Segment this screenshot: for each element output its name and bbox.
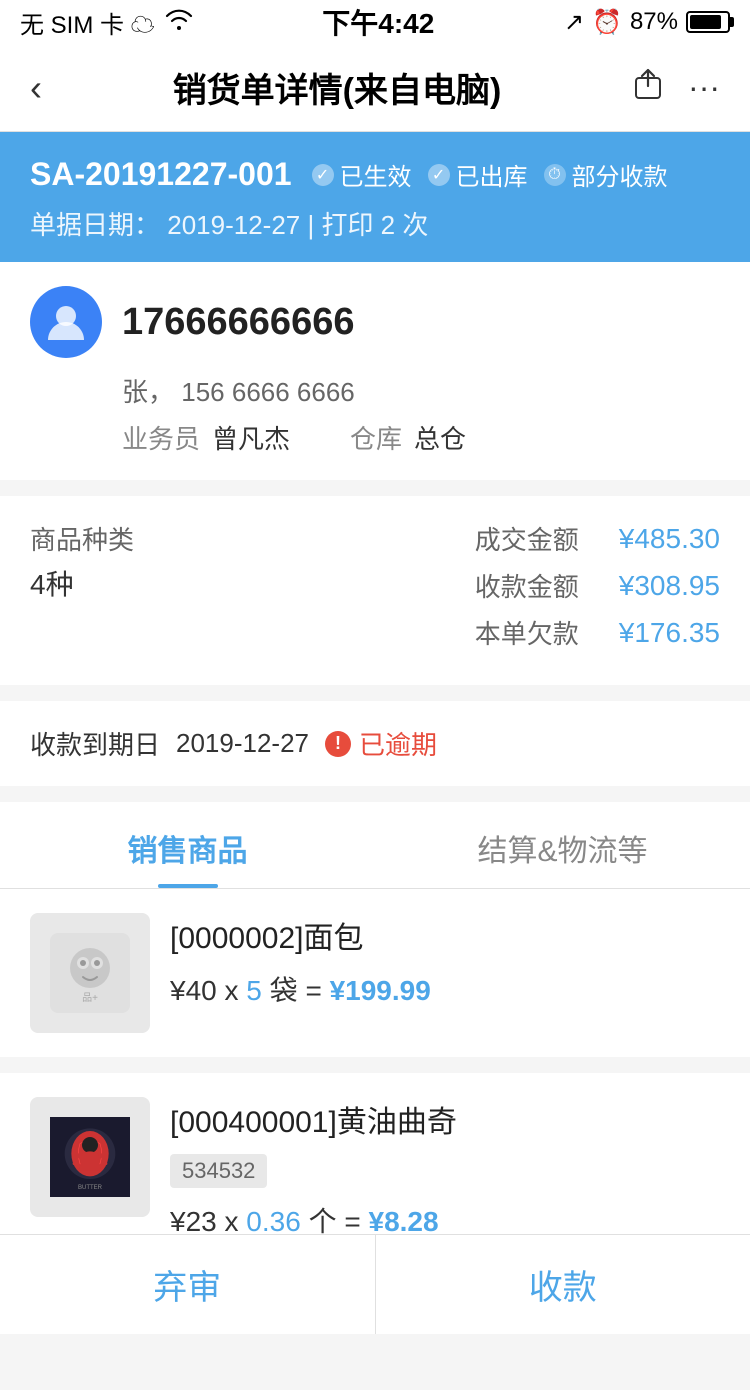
customer-phone: 17666666666 — [122, 301, 354, 344]
warehouse-label: 仓库 — [350, 419, 402, 456]
product-image-2: BUTTER — [30, 1097, 150, 1217]
staff-label: 业务员 — [122, 419, 200, 456]
location-icon: ↗ — [564, 8, 584, 37]
page-title: 销货单详情(来自电脑) — [173, 63, 502, 112]
owed-row: 本单欠款 ¥176.35 — [475, 614, 720, 651]
status-left: 无 SIM 卡 ☁ — [20, 5, 193, 40]
owed-label: 本单欠款 — [475, 614, 579, 651]
product-total-2: ¥8.28 — [369, 1206, 439, 1237]
received-row: 收款金额 ¥308.95 — [475, 567, 720, 604]
svg-text:品+: 品+ — [82, 992, 98, 1004]
stats-left: 商品种类 4种 — [30, 520, 134, 603]
product-item-1: 品+ [0000002]面包 ¥40 x 5 袋 = ¥199.99 — [0, 889, 750, 1057]
battery-icon — [686, 11, 730, 33]
amount-label: 成交金额 — [475, 520, 579, 557]
check-icon-2: ✓ — [428, 164, 450, 186]
order-header-top: SA-20191227-001 ✓ 已生效 ✓ 已出库 ⏱ 部分收款 — [30, 156, 720, 193]
svg-text:BUTTER: BUTTER — [78, 1185, 103, 1191]
cancel-button[interactable]: 弃审 — [0, 1235, 376, 1334]
owed-value: ¥176.35 — [619, 617, 720, 649]
received-label: 收款金额 — [475, 567, 579, 604]
product-qty-1: 5 — [246, 975, 262, 1006]
types-label: 商品种类 — [30, 520, 134, 557]
share-icon[interactable] — [632, 68, 664, 108]
due-section: 收款到期日 2019-12-27 ! 已逾期 — [0, 701, 750, 786]
product-details-2: [000400001]黄油曲奇 534532 ¥23 x 0.36 个 = ¥8… — [170, 1097, 720, 1240]
confirm-button[interactable]: 收款 — [376, 1235, 750, 1334]
more-button[interactable]: ··· — [688, 69, 720, 106]
alarm-icon: ⏰ — [592, 8, 622, 37]
battery-text: 87% — [630, 8, 678, 36]
customer-info: 张， 156 6666 6666 — [122, 372, 720, 409]
wifi-icon — [165, 8, 193, 37]
product-total-1: ¥199.99 — [330, 975, 431, 1006]
customer-row: 17666666666 — [30, 286, 720, 358]
amount-value: ¥485.30 — [619, 523, 720, 555]
status-right: ↗ ⏰ 87% — [564, 8, 730, 37]
status-bar: 无 SIM 卡 ☁ 下午4:42 ↗ ⏰ 87% — [0, 0, 750, 44]
tabs-section: 销售商品 结算&物流等 — [0, 802, 750, 889]
bottom-bar: 弃审 收款 — [0, 1234, 750, 1334]
overdue-badge: ! 已逾期 — [325, 725, 437, 762]
staff-name: 曾凡杰 — [212, 419, 290, 456]
received-value: ¥308.95 — [619, 570, 720, 602]
stats-right: 成交金额 ¥485.30 收款金额 ¥308.95 本单欠款 ¥176.35 — [475, 520, 720, 661]
product-name-1: [0000002]面包 — [170, 913, 720, 957]
order-header: SA-20191227-001 ✓ 已生效 ✓ 已出库 ⏱ 部分收款 单据日期：… — [0, 132, 750, 262]
due-date: 2019-12-27 — [176, 728, 309, 759]
amount-row: 成交金额 ¥485.30 — [475, 520, 720, 557]
nav-actions: ··· — [632, 68, 720, 108]
order-id: SA-20191227-001 — [30, 156, 292, 193]
check-icon-1: ✓ — [312, 164, 334, 186]
status-badge-shipped: ✓ 已出库 — [428, 157, 528, 192]
product-name-2: [000400001]黄油曲奇 — [170, 1097, 720, 1141]
status-badge-partial: ⏱ 部分收款 — [544, 157, 668, 192]
staff-row: 业务员 曾凡杰 仓库 总仓 — [122, 419, 720, 456]
status-badge-effective: ✓ 已生效 — [312, 157, 412, 192]
customer-section: 17666666666 张， 156 6666 6666 业务员 曾凡杰 仓库 … — [0, 262, 750, 480]
due-label: 收款到期日 — [30, 725, 160, 762]
avatar — [30, 286, 102, 358]
clock-icon: ⏱ — [544, 164, 566, 186]
tab-products[interactable]: 销售商品 — [0, 802, 375, 888]
product-details-1: [0000002]面包 ¥40 x 5 袋 = ¥199.99 — [170, 913, 720, 1009]
product-qty-2: 0.36 — [246, 1206, 301, 1237]
order-date: 单据日期： 2019-12-27 | 打印 2 次 — [30, 205, 720, 242]
overdue-icon: ! — [325, 731, 351, 757]
status-time: 下午4:42 — [322, 2, 434, 42]
product-tag-2: 534532 — [170, 1154, 267, 1188]
sim-text: 无 SIM 卡 ☁ — [20, 5, 155, 40]
warehouse-name: 总仓 — [414, 419, 466, 456]
types-value: 4种 — [30, 563, 134, 603]
tab-settlement[interactable]: 结算&物流等 — [375, 802, 750, 888]
product-image-1: 品+ — [30, 913, 150, 1033]
product-price-1: ¥40 x 5 袋 = ¥199.99 — [170, 969, 720, 1009]
status-badges: ✓ 已生效 ✓ 已出库 ⏱ 部分收款 — [312, 157, 668, 192]
nav-bar: ‹ 销货单详情(来自电脑) ··· — [0, 44, 750, 132]
back-button[interactable]: ‹ — [30, 67, 42, 109]
staff-item: 业务员 曾凡杰 — [122, 419, 290, 456]
overdue-text: 已逾期 — [359, 725, 437, 762]
warehouse-item: 仓库 总仓 — [350, 419, 466, 456]
stats-section: 商品种类 4种 成交金额 ¥485.30 收款金额 ¥308.95 本单欠款 ¥… — [0, 496, 750, 685]
